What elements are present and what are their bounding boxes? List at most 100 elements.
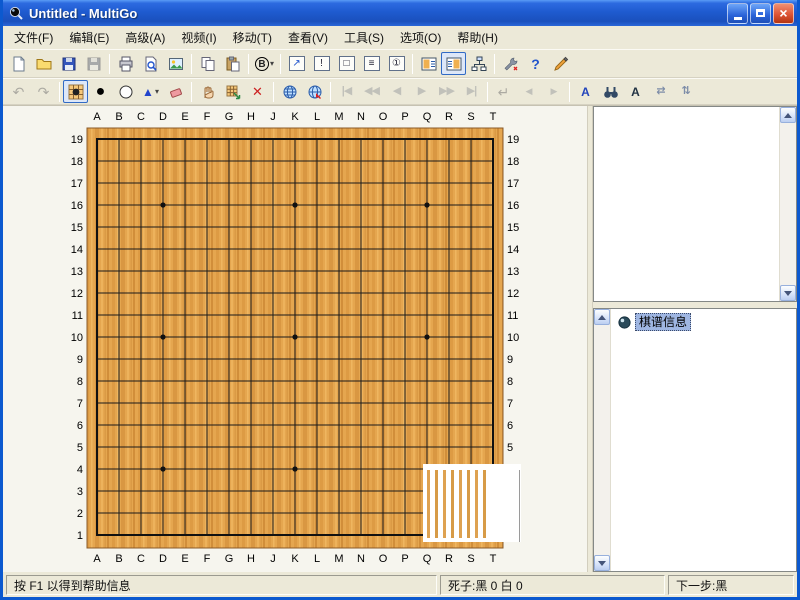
dropdown-arrow-icon: ▾: [155, 87, 159, 96]
copy-button[interactable]: [195, 52, 220, 75]
menu-edit[interactable]: 编辑(E): [61, 26, 117, 49]
tree-panel-content[interactable]: 棋谱信息: [611, 309, 796, 571]
tree-item-game-info[interactable]: 棋谱信息: [617, 313, 794, 331]
go-stone-icon: [617, 315, 632, 330]
scroll-up-button[interactable]: [594, 309, 610, 325]
svg-text:15: 15: [71, 222, 83, 234]
scrollbar-track[interactable]: [780, 123, 796, 285]
play-move-tool-button[interactable]: [63, 80, 88, 103]
find-label-button[interactable]: A: [573, 80, 598, 103]
web-search-button[interactable]: [302, 80, 327, 103]
marker-pen-button[interactable]: [548, 52, 573, 75]
arrow-down-icon: [598, 561, 606, 566]
paste-button[interactable]: [220, 52, 245, 75]
layout-left-button[interactable]: [416, 52, 441, 75]
svg-text:G: G: [225, 553, 234, 565]
svg-text:R: R: [445, 553, 453, 565]
swap-branch-icon: ⇄: [656, 86, 664, 97]
white-stone-tool-button[interactable]: [113, 80, 138, 103]
svg-text:19: 19: [71, 134, 83, 146]
toolbar-separator: [248, 54, 249, 74]
web-library-button[interactable]: [277, 80, 302, 103]
tree-view-button[interactable]: [466, 52, 491, 75]
toolbar-separator: [191, 54, 192, 74]
tree-panel-scrollbar[interactable]: [594, 309, 611, 571]
menu-view-i[interactable]: 视频(I): [173, 26, 224, 49]
swap-branch-button[interactable]: ⇄: [648, 80, 673, 103]
menu-options[interactable]: 选项(O): [392, 26, 449, 49]
pan-tool-button[interactable]: [195, 80, 220, 103]
black-stone-tool-button[interactable]: ●: [88, 80, 113, 103]
marker-pen-icon: [553, 56, 569, 72]
rotate-board-button[interactable]: ⇅: [673, 80, 698, 103]
find-label-icon: A: [581, 86, 590, 98]
svg-text:14: 14: [71, 244, 83, 256]
prev-comment-icon: ◀: [526, 87, 532, 96]
forward-10-icon: ▶▶: [439, 86, 454, 97]
next-comment-button: ▶: [541, 80, 566, 103]
scroll-down-button[interactable]: [594, 555, 610, 571]
client-area: AABBCCDDEEFFGGHHJJKKLLMMNNOOPPQQRRSSTT19…: [3, 105, 797, 572]
forward-10-button: ▶▶: [434, 80, 459, 103]
svg-text:9: 9: [77, 354, 83, 366]
menu-file[interactable]: 文件(F): [6, 26, 61, 49]
menu-move[interactable]: 移动(T): [225, 26, 280, 49]
paste-icon: [225, 56, 241, 72]
svg-text:10: 10: [71, 332, 83, 344]
svg-text:13: 13: [71, 266, 83, 278]
svg-text:19: 19: [507, 134, 519, 146]
info-panel-scrollbar[interactable]: [779, 107, 796, 301]
move-number-style-button[interactable]: B▾: [252, 52, 277, 75]
comment-mark-button[interactable]: !: [309, 52, 334, 75]
context-help-button[interactable]: ?: [523, 52, 548, 75]
svg-text:1: 1: [77, 530, 83, 542]
delete-node-button[interactable]: ✕: [245, 80, 270, 103]
menu-advanced[interactable]: 高级(A): [117, 26, 173, 49]
tools-button[interactable]: [498, 52, 523, 75]
print-preview-button[interactable]: [138, 52, 163, 75]
close-button[interactable]: ×: [773, 3, 794, 24]
svg-text:11: 11: [72, 310, 83, 322]
go-board[interactable]: AABBCCDDEEFFGGHHJJKKLLMMNNOOPPQQRRSSTT19…: [3, 106, 587, 572]
svg-text:C: C: [137, 553, 145, 565]
menu-tools[interactable]: 工具(S): [336, 26, 392, 49]
layout-right-button[interactable]: [441, 52, 466, 75]
minimize-button[interactable]: [727, 3, 748, 24]
maximize-button[interactable]: [750, 3, 771, 24]
save-button[interactable]: [56, 52, 81, 75]
info-panel-content[interactable]: [594, 107, 779, 301]
find-button[interactable]: [598, 80, 623, 103]
svg-text:Q: Q: [423, 111, 432, 123]
svg-text:R: R: [445, 111, 453, 123]
svg-text:15: 15: [507, 222, 519, 234]
label-mark-button[interactable]: □: [334, 52, 359, 75]
scrollbar-track[interactable]: [594, 325, 610, 555]
last-move-icon: ▶|: [467, 86, 477, 97]
svg-text:M: M: [334, 111, 343, 123]
back-10-button: ◀◀: [359, 80, 384, 103]
line-mark-button[interactable]: ≡: [359, 52, 384, 75]
export-image-icon: [168, 56, 184, 72]
move-number-mark-button[interactable]: ①: [384, 52, 409, 75]
rotate-board-icon: ⇅: [681, 86, 689, 97]
scroll-up-button[interactable]: [780, 107, 796, 123]
eraser-tool-icon: [168, 84, 184, 100]
menu-look[interactable]: 查看(V): [280, 26, 336, 49]
svg-text:5: 5: [507, 442, 513, 454]
context-help-icon: ?: [531, 57, 540, 71]
find-next-button[interactable]: A: [623, 80, 648, 103]
new-file-button[interactable]: [6, 52, 31, 75]
mark-tool-button[interactable]: ▲▾: [138, 80, 163, 103]
svg-text:18: 18: [71, 156, 83, 168]
label-mark-icon: □: [339, 56, 355, 71]
print-button[interactable]: [113, 52, 138, 75]
open-file-button[interactable]: [31, 52, 56, 75]
next-move-mark-button[interactable]: ↗: [284, 52, 309, 75]
web-search-icon: [307, 84, 323, 100]
export-image-button[interactable]: [163, 52, 188, 75]
eraser-tool-button[interactable]: [163, 80, 188, 103]
setup-tool-button[interactable]: [220, 80, 245, 103]
svg-text:2: 2: [77, 508, 83, 520]
menu-help[interactable]: 帮助(H): [449, 26, 506, 49]
scroll-down-button[interactable]: [780, 285, 796, 301]
